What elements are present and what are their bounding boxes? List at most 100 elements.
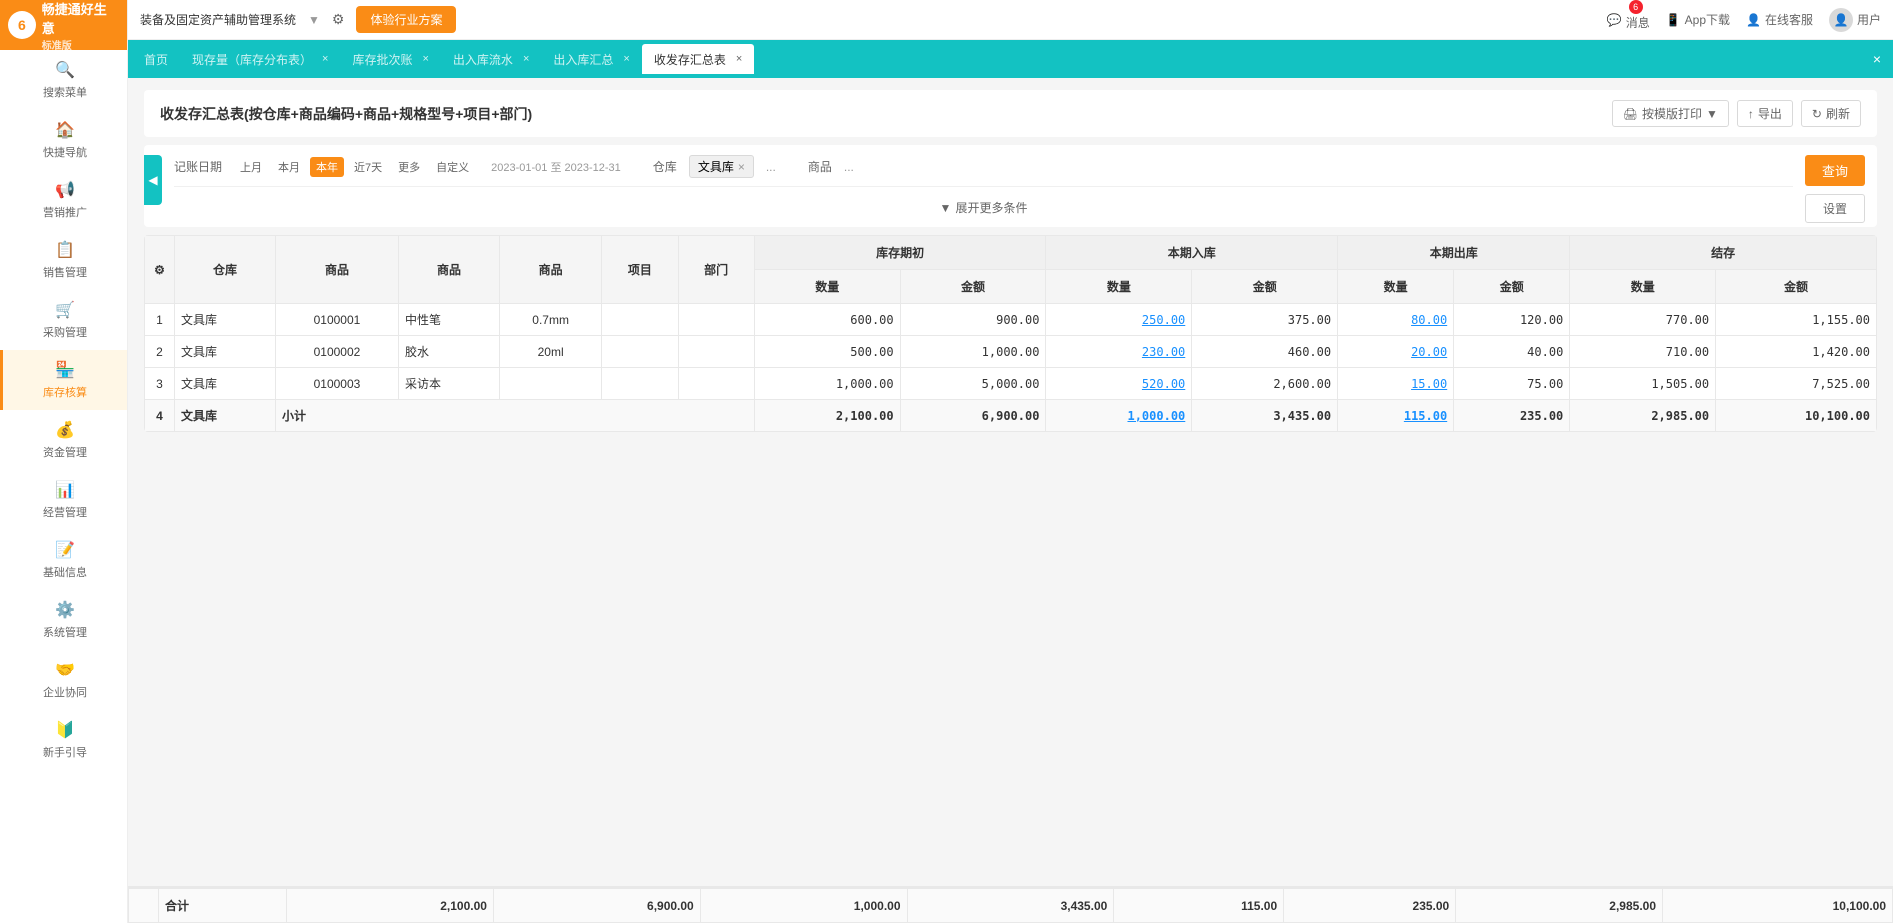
warehouse-more-button[interactable]: ...: [766, 160, 776, 174]
tab-inout-flow-label: 出入库流水: [453, 51, 513, 68]
total-out-qty: 115.00: [1114, 889, 1284, 923]
col-settings-header[interactable]: ⚙: [145, 236, 175, 304]
row3-out-qty[interactable]: 15.00: [1338, 368, 1454, 400]
sidebar-item-search[interactable]: 🔍 搜索菜单: [0, 50, 127, 110]
page-header: 收发存汇总表(按仓库+商品编码+商品+规格型号+项目+部门) 🖨 按模版打印 ▼…: [144, 90, 1877, 137]
tab-home-label: 首页: [144, 51, 168, 68]
row1-in-qty[interactable]: 250.00: [1046, 304, 1192, 336]
subtotal-close-amt: 10,100.00: [1716, 400, 1877, 432]
col-dept-header: 部门: [678, 236, 754, 304]
sidebar-item-operations[interactable]: 📊 经营管理: [0, 470, 127, 530]
close-inout-summary-icon[interactable]: ×: [623, 53, 629, 65]
setting-button[interactable]: 设置: [1805, 194, 1865, 223]
total-in-qty: 1,000.00: [700, 889, 907, 923]
date-filter-label: 记账日期: [174, 158, 222, 175]
subtotal-row: 4 文具库 小计 2,100.00 6,900.00 1,000.00 3,43…: [145, 400, 1877, 432]
basic-icon: 📝: [55, 540, 75, 560]
sidebar-item-sales[interactable]: 📋 销售管理: [0, 230, 127, 290]
app-download-action[interactable]: 📱 App下载: [1666, 11, 1730, 28]
tab-inventory-dist[interactable]: 现存量（库存分布表） ×: [180, 44, 340, 74]
sidebar-item-basic[interactable]: 📝 基础信息: [0, 530, 127, 590]
row2-close-qty: 710.00: [1570, 336, 1716, 368]
row2-out-qty[interactable]: 20.00: [1338, 336, 1454, 368]
date-btn-custom[interactable]: 自定义: [430, 157, 475, 177]
warehouse-tag-value: 文具库: [698, 158, 734, 175]
home-icon: 🏠: [55, 120, 75, 140]
row3-in-qty[interactable]: 520.00: [1046, 368, 1192, 400]
date-btn-last-month[interactable]: 上月: [234, 157, 268, 177]
print-dropdown-icon: ▼: [1706, 107, 1718, 121]
trial-button[interactable]: 体验行业方案: [356, 6, 456, 33]
tab-inout-flow[interactable]: 出入库流水 ×: [441, 44, 541, 74]
query-button[interactable]: 查询: [1805, 155, 1865, 186]
row1-goods-name: 中性笔: [398, 304, 499, 336]
notification-action[interactable]: 💬 6 消息: [1607, 8, 1650, 31]
sidebar-item-label: 新手引导: [43, 744, 87, 760]
tab-bar: 首页 现存量（库存分布表） × 库存批次账 × 出入库流水 × 出入库汇总 × …: [128, 40, 1893, 78]
user-action[interactable]: 👤 用户: [1829, 8, 1881, 32]
tab-inout-summary[interactable]: 出入库汇总 ×: [541, 44, 641, 74]
total-row: 合计 2,100.00 6,900.00 1,000.00 3,435.00 1…: [129, 889, 1893, 923]
guide-icon: 🔰: [55, 720, 75, 740]
refresh-button[interactable]: ↻ 刷新: [1801, 100, 1861, 127]
sidebar-item-finance[interactable]: 💰 资金管理: [0, 410, 127, 470]
table-row: 2 文具库 0100002 胶水 20ml 500.00 1,000.00 23…: [145, 336, 1877, 368]
close-all-tabs-button[interactable]: ×: [1865, 51, 1889, 67]
row1-no: 1: [145, 304, 175, 336]
sidebar-item-system[interactable]: ⚙️ 系统管理: [0, 590, 127, 650]
table-row: 1 文具库 0100001 中性笔 0.7mm 600.00 900.00 25…: [145, 304, 1877, 336]
sidebar-item-enterprise[interactable]: 🤝 企业协同: [0, 650, 127, 710]
sidebar-item-inventory[interactable]: 🏪 库存核算: [0, 350, 127, 410]
date-range-display: 2023-01-01 至 2023-12-31: [491, 159, 621, 175]
row3-open-amt: 5,000.00: [900, 368, 1046, 400]
subtotal-in-qty[interactable]: 1,000.00: [1046, 400, 1192, 432]
sidebar: 6 畅捷通好生意 标准版 🔍 搜索菜单 🏠 快捷导航 📢 营销推广 📋 销售管理…: [0, 0, 128, 923]
row3-warehouse: 文具库: [175, 368, 276, 400]
close-inventory-dist-icon[interactable]: ×: [322, 53, 328, 65]
total-close-amt: 10,100.00: [1663, 889, 1893, 923]
col-close-qty-header: 数量: [1570, 270, 1716, 304]
row2-in-qty[interactable]: 230.00: [1046, 336, 1192, 368]
row2-goods-spec: 20ml: [499, 336, 601, 368]
export-label: 导出: [1758, 105, 1782, 122]
sidebar-item-quicknav[interactable]: 🏠 快捷导航: [0, 110, 127, 170]
close-receive-summary-icon[interactable]: ×: [736, 53, 742, 65]
footer-table: 合计 2,100.00 6,900.00 1,000.00 3,435.00 1…: [128, 888, 1893, 923]
row1-project: [602, 304, 678, 336]
main-area: 装备及固定资产辅助管理系统 ▼ ⚙ 体验行业方案 💬 6 消息 📱 App下载 …: [128, 0, 1893, 923]
system-dropdown-icon[interactable]: ▼: [308, 13, 320, 27]
sidebar-item-marketing[interactable]: 📢 营销推广: [0, 170, 127, 230]
tab-receive-summary[interactable]: 收发存汇总表 ×: [642, 44, 754, 74]
tab-home[interactable]: 首页: [132, 44, 180, 74]
tab-inventory-dist-label: 现存量（库存分布表）: [192, 51, 312, 68]
expand-label: 展开更多条件: [955, 199, 1027, 216]
sidebar-item-guide[interactable]: 🔰 新手引导: [0, 710, 127, 770]
logo-icon: 6: [8, 11, 36, 39]
close-inout-flow-icon[interactable]: ×: [523, 53, 529, 65]
sidebar-item-purchase[interactable]: 🛒 采购管理: [0, 290, 127, 350]
subtotal-out-qty[interactable]: 115.00: [1338, 400, 1454, 432]
filter-area: ◀ 记账日期 上月 本月 本年 近7天 更多 自定义 2023-01-01 至 …: [144, 145, 1877, 227]
export-button[interactable]: ↑ 导出: [1737, 100, 1793, 127]
subtotal-open-amt: 6,900.00: [900, 400, 1046, 432]
collapse-button[interactable]: ◀: [144, 155, 162, 205]
print-button[interactable]: 🖨 按模版打印 ▼: [1612, 100, 1729, 127]
date-btn-7days[interactable]: 近7天: [348, 157, 388, 177]
date-btn-this-year[interactable]: 本年: [310, 157, 344, 177]
online-service-action[interactable]: 👤 在线客服: [1746, 11, 1813, 28]
expand-filter-button[interactable]: ▼ 展开更多条件: [174, 195, 1793, 220]
close-batch-icon[interactable]: ×: [422, 53, 428, 65]
date-btn-this-month[interactable]: 本月: [272, 157, 306, 177]
goods-more-button[interactable]: ...: [844, 160, 854, 174]
date-btn-more[interactable]: 更多: [392, 157, 426, 177]
warehouse-filter-tag[interactable]: 文具库 ×: [689, 155, 754, 178]
settings-icon[interactable]: ⚙: [332, 11, 345, 28]
system-name: 装备及固定资产辅助管理系统: [140, 11, 296, 28]
col-goods-spec-header: 商品: [499, 236, 601, 304]
tab-batch[interactable]: 库存批次账 ×: [340, 44, 440, 74]
total-open-amt: 6,900.00: [493, 889, 700, 923]
warehouse-tag-remove-icon[interactable]: ×: [738, 160, 745, 174]
data-table: ⚙ 仓库 商品 商品 商品 项目 部门 库存期初 本期入库 本期出库 结存 数量: [144, 235, 1877, 432]
page-title: 收发存汇总表(按仓库+商品编码+商品+规格型号+项目+部门): [160, 104, 532, 124]
row1-out-qty[interactable]: 80.00: [1338, 304, 1454, 336]
